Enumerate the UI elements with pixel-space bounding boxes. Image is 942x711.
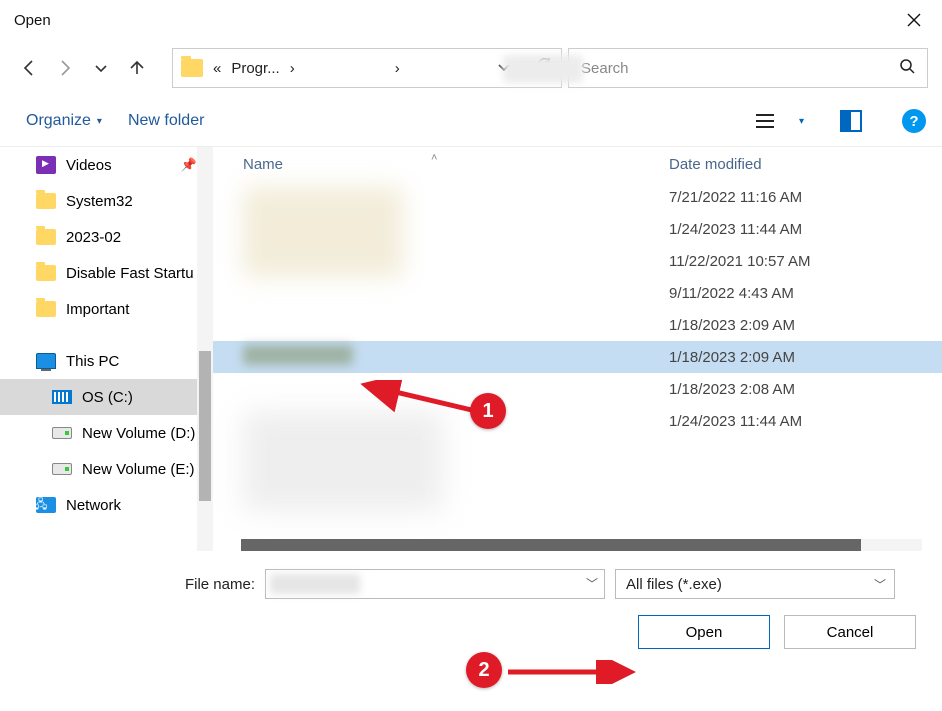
sidebar-item-label: OS (C:) bbox=[82, 389, 133, 406]
sidebar-item-label: 2023-02 bbox=[66, 229, 121, 246]
chevron-down-icon: ﹀ bbox=[874, 576, 886, 593]
sidebar-item-os-c[interactable]: OS (C:) bbox=[0, 379, 213, 415]
recent-dropdown-icon[interactable] bbox=[86, 53, 116, 83]
nav-row: « Progr... › › Search bbox=[0, 40, 942, 96]
file-row[interactable]: 1/18/2023 2:08 AM bbox=[213, 373, 942, 405]
forward-icon[interactable] bbox=[50, 53, 80, 83]
redacted-region bbox=[270, 574, 360, 594]
folder-icon bbox=[36, 229, 56, 245]
main-area: Videos 📌 System32 2023-02 Disable Fast S… bbox=[0, 146, 942, 551]
file-date: 1/18/2023 2:08 AM bbox=[661, 381, 942, 398]
file-date: 11/22/2021 10:57 AM bbox=[661, 253, 942, 270]
sidebar-item-videos[interactable]: Videos 📌 bbox=[0, 147, 213, 183]
breadcrumb-segment[interactable]: Progr... bbox=[231, 60, 279, 77]
filename-input[interactable]: ﹀ bbox=[265, 569, 605, 599]
view-mode-icon[interactable] bbox=[753, 109, 777, 133]
file-date: 7/21/2022 11:16 AM bbox=[661, 189, 942, 206]
video-icon bbox=[36, 156, 56, 174]
filename-label: File name: bbox=[0, 576, 255, 593]
sidebar-scrollbar[interactable] bbox=[197, 147, 213, 551]
search-icon[interactable] bbox=[899, 58, 915, 79]
column-name[interactable]: Name ˄ bbox=[213, 156, 661, 173]
folder-icon bbox=[36, 265, 56, 281]
folder-icon bbox=[36, 193, 56, 209]
search-input[interactable]: Search bbox=[568, 48, 928, 88]
titlebar: Open bbox=[0, 0, 942, 40]
sidebar-item-label: Important bbox=[66, 301, 129, 318]
annotation-step-1: 1 bbox=[470, 393, 506, 429]
annotation-step-2: 2 bbox=[466, 652, 502, 688]
sidebar-item-important[interactable]: Important bbox=[0, 291, 213, 327]
filetype-value: All files (*.exe) bbox=[626, 576, 722, 593]
preview-pane-icon[interactable] bbox=[840, 110, 862, 132]
up-icon[interactable] bbox=[122, 53, 152, 83]
breadcrumb-prefix: « bbox=[213, 60, 221, 77]
chevron-down-icon: ▾ bbox=[97, 116, 102, 127]
file-rows: 7/21/2022 11:16 AM 1/24/2023 11:44 AM 11… bbox=[213, 181, 942, 437]
sidebar-item-network[interactable]: Network bbox=[0, 487, 213, 523]
scrollbar-thumb[interactable] bbox=[241, 539, 861, 551]
open-button[interactable]: Open bbox=[638, 615, 770, 649]
file-row[interactable]: 1/18/2023 2:09 AM bbox=[213, 309, 942, 341]
sidebar-item-label: Network bbox=[66, 497, 121, 514]
sidebar: Videos 📌 System32 2023-02 Disable Fast S… bbox=[0, 147, 213, 551]
sidebar-item-drive-e[interactable]: New Volume (E:) bbox=[0, 451, 213, 487]
sidebar-item-disable-fast[interactable]: Disable Fast Startu bbox=[0, 255, 213, 291]
network-icon bbox=[36, 497, 56, 513]
organize-button[interactable]: Organize ▾ bbox=[26, 112, 102, 130]
redacted-region bbox=[243, 187, 403, 277]
folder-icon bbox=[36, 301, 56, 317]
pin-icon: 📌 bbox=[181, 157, 197, 173]
sidebar-item-this-pc[interactable]: This PC bbox=[0, 343, 213, 379]
address-bar[interactable]: « Progr... › › bbox=[172, 48, 562, 88]
file-row[interactable]: 9/11/2022 4:43 AM bbox=[213, 277, 942, 309]
sidebar-item-label: New Volume (D:) bbox=[82, 425, 195, 442]
chevron-down-icon[interactable]: ﹀ bbox=[586, 575, 598, 592]
toolbar: Organize ▾ New folder ▾ ? bbox=[0, 96, 942, 146]
sidebar-item-system32[interactable]: System32 bbox=[0, 183, 213, 219]
sidebar-item-2023-02[interactable]: 2023-02 bbox=[0, 219, 213, 255]
breadcrumb-sep: › bbox=[290, 60, 295, 77]
breadcrumb-sep: › bbox=[395, 60, 400, 77]
sidebar-item-label: Disable Fast Startu bbox=[66, 265, 194, 282]
sidebar-item-label: Videos bbox=[66, 157, 112, 174]
column-date[interactable]: Date modified bbox=[661, 156, 942, 173]
file-date: 1/24/2023 11:44 AM bbox=[661, 221, 942, 238]
folder-icon bbox=[181, 59, 203, 77]
sidebar-item-label: New Volume (E:) bbox=[82, 461, 195, 478]
help-icon[interactable]: ? bbox=[902, 109, 926, 133]
file-date: 9/11/2022 4:43 AM bbox=[661, 285, 942, 302]
annotation-arrow-2 bbox=[502, 660, 642, 684]
cancel-button[interactable]: Cancel bbox=[784, 615, 916, 649]
filetype-combo[interactable]: All files (*.exe) ﹀ bbox=[615, 569, 895, 599]
bottom-controls: File name: ﹀ All files (*.exe) ﹀ Open Ca… bbox=[0, 551, 942, 661]
scrollbar-thumb[interactable] bbox=[199, 351, 211, 501]
file-date: 1/18/2023 2:09 AM bbox=[661, 317, 942, 334]
file-hscrollbar[interactable] bbox=[241, 539, 922, 551]
column-headers: Name ˄ Date modified bbox=[213, 147, 942, 181]
search-placeholder: Search bbox=[581, 60, 899, 77]
window-title: Open bbox=[14, 12, 51, 29]
file-date: 1/24/2023 11:44 AM bbox=[661, 413, 942, 430]
sidebar-item-label: System32 bbox=[66, 193, 133, 210]
file-list: Name ˄ Date modified 7/21/2022 11:16 AM … bbox=[213, 147, 942, 551]
sidebar-item-label: This PC bbox=[66, 353, 119, 370]
drive-icon bbox=[52, 463, 72, 475]
close-icon[interactable] bbox=[894, 0, 934, 40]
back-icon[interactable] bbox=[14, 53, 44, 83]
pc-icon bbox=[36, 353, 56, 369]
drive-icon bbox=[52, 427, 72, 439]
redacted-region bbox=[503, 55, 583, 83]
sidebar-item-drive-d[interactable]: New Volume (D:) bbox=[0, 415, 213, 451]
file-date: 1/18/2023 2:09 AM bbox=[661, 349, 942, 366]
sort-indicator-icon: ˄ bbox=[431, 152, 437, 164]
chevron-down-icon[interactable]: ▾ bbox=[799, 116, 804, 127]
file-row[interactable]: 1/18/2023 2:09 AM bbox=[213, 341, 942, 373]
os-drive-icon bbox=[52, 390, 72, 404]
new-folder-button[interactable]: New folder bbox=[128, 112, 204, 130]
redacted-region bbox=[243, 345, 353, 365]
